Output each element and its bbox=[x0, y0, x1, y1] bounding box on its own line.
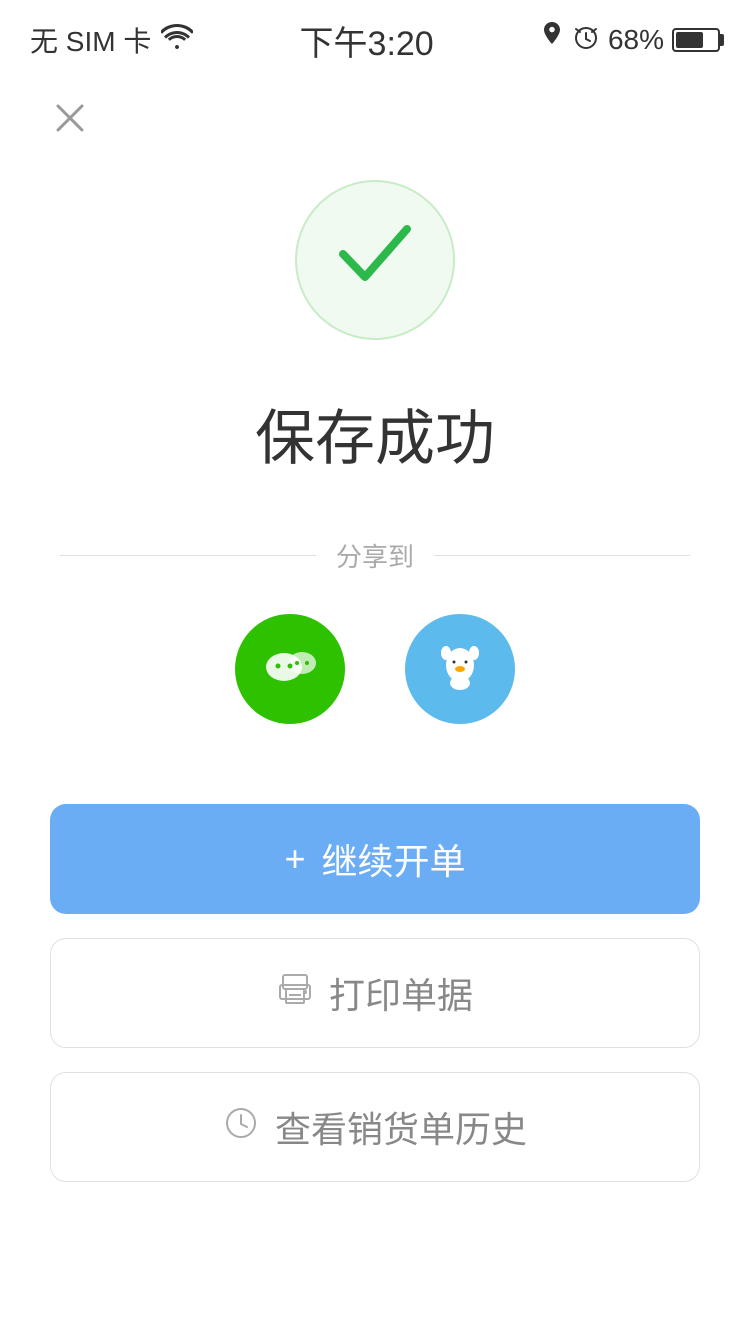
battery-icon bbox=[672, 28, 720, 52]
plus-icon: + bbox=[284, 838, 305, 880]
clock-icon bbox=[223, 1105, 259, 1150]
location-icon bbox=[540, 22, 564, 59]
history-button-label: 查看销货单历史 bbox=[275, 1101, 527, 1153]
qq-share-button[interactable] bbox=[405, 614, 515, 724]
history-button[interactable]: 查看销货单历史 bbox=[50, 1072, 700, 1182]
continue-button[interactable]: + 继续开单 bbox=[50, 804, 700, 914]
success-title: 保存成功 bbox=[255, 390, 495, 477]
status-bar: 无 SIM 卡 下午3:20 68% bbox=[0, 0, 750, 80]
divider-line-right bbox=[434, 555, 690, 556]
share-icons-container bbox=[235, 614, 515, 724]
wifi-icon bbox=[161, 23, 193, 58]
continue-button-label: 继续开单 bbox=[322, 833, 466, 885]
action-buttons-container: + 继续开单 打印单据 bbox=[0, 804, 750, 1182]
status-right: 68% bbox=[540, 22, 720, 59]
printer-icon bbox=[277, 971, 313, 1016]
carrier-text: 无 SIM 卡 bbox=[30, 20, 151, 60]
wechat-share-button[interactable] bbox=[235, 614, 345, 724]
alarm-icon bbox=[572, 23, 600, 58]
battery-percent: 68% bbox=[608, 24, 664, 56]
print-button-label: 打印单据 bbox=[329, 967, 473, 1019]
share-label: 分享到 bbox=[316, 537, 434, 574]
print-button[interactable]: 打印单据 bbox=[50, 938, 700, 1048]
status-time: 下午3:20 bbox=[300, 16, 434, 65]
status-left: 无 SIM 卡 bbox=[30, 20, 193, 60]
close-button[interactable] bbox=[40, 88, 100, 148]
divider-line-left bbox=[60, 555, 316, 556]
main-content: 保存成功 分享到 bbox=[0, 80, 750, 1182]
success-icon-circle bbox=[295, 180, 455, 340]
checkmark-icon bbox=[335, 219, 415, 302]
share-divider: 分享到 bbox=[0, 537, 750, 574]
